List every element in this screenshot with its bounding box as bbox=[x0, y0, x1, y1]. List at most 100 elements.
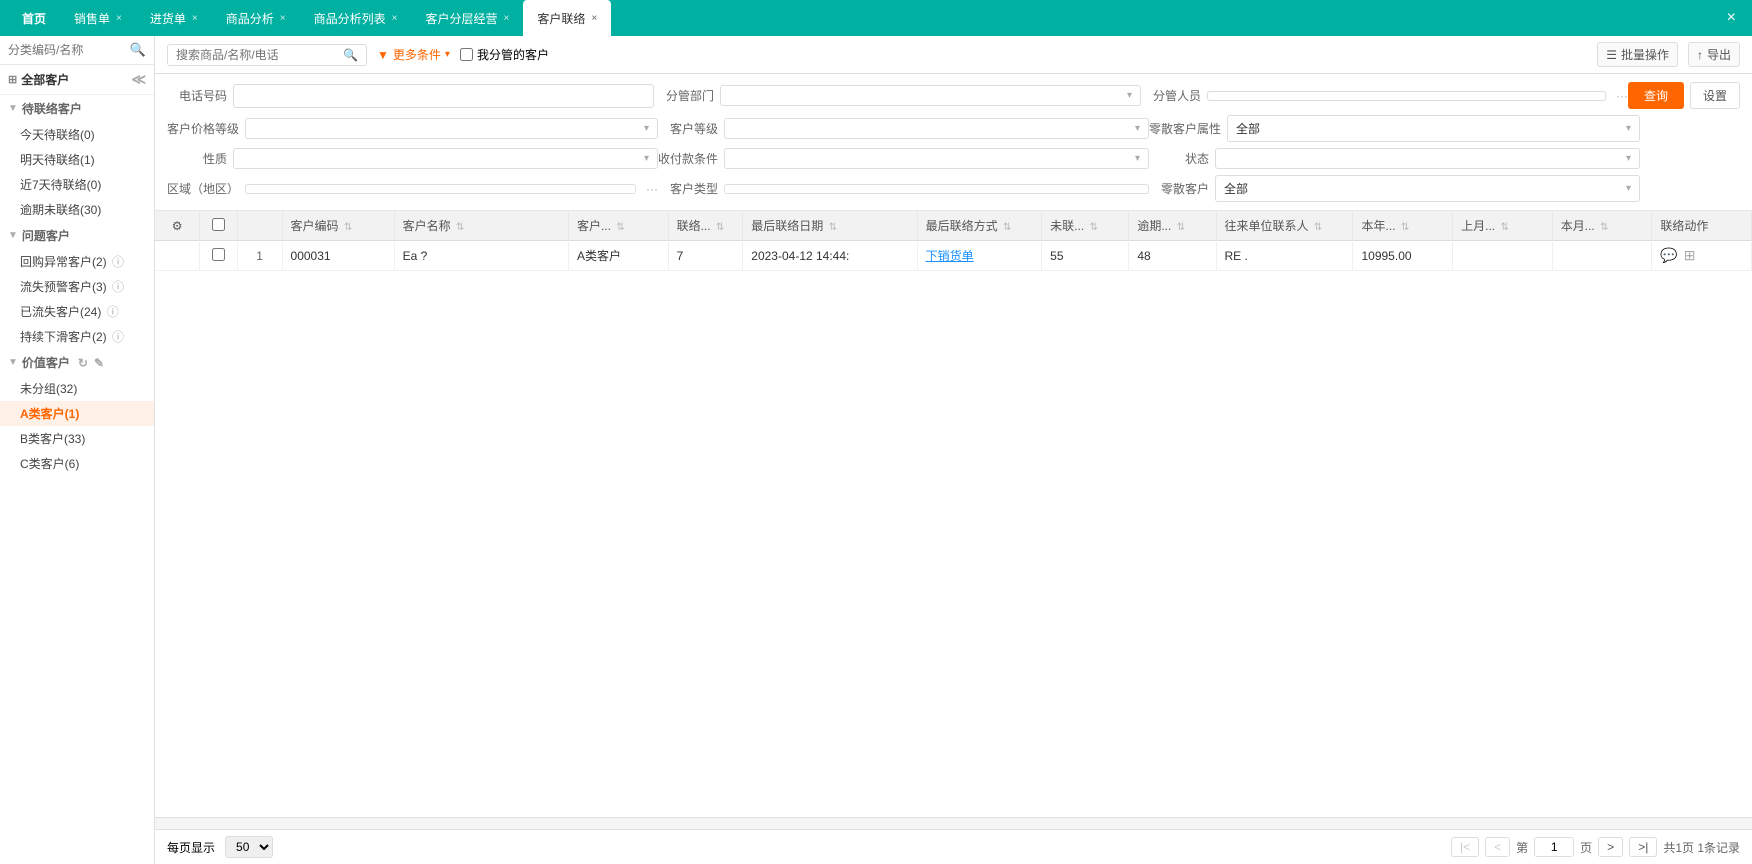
value-refresh-icon[interactable]: ↻ bbox=[78, 356, 88, 370]
nav-tab-customer-contact-close[interactable]: × bbox=[591, 13, 597, 24]
sidebar-all-customers-header[interactable]: ⊞ 全部客户 ≪ bbox=[0, 65, 154, 95]
settings-button[interactable]: 设置 bbox=[1690, 82, 1740, 109]
region-more-icon[interactable]: ··· bbox=[646, 182, 658, 196]
sidebar-collapse-icon[interactable]: ≪ bbox=[131, 71, 146, 88]
nav-tab-analysis-close[interactable]: × bbox=[280, 13, 286, 24]
payment-label: 收付款条件 bbox=[658, 150, 718, 167]
nav-close-all-button[interactable]: × bbox=[1719, 9, 1744, 27]
retail-customer-select[interactable]: 全部 ▾ bbox=[1215, 175, 1640, 202]
nav-tab-analysis-list-close[interactable]: × bbox=[392, 13, 398, 24]
nav-tab-customer-contact[interactable]: 客户联络 × bbox=[523, 0, 611, 36]
sidebar-section-value[interactable]: ▼ 价值客户 ↻ ✎ bbox=[0, 349, 154, 376]
page-number-input[interactable] bbox=[1534, 837, 1574, 857]
my-customers-checkbox-input[interactable] bbox=[460, 48, 473, 61]
sidebar-item-b-class[interactable]: B类客户(33) bbox=[0, 426, 154, 451]
sidebar-item-c-class[interactable]: C类客户(6) bbox=[0, 451, 154, 476]
sidebar-section-pending[interactable]: ▼ 待联络客户 bbox=[0, 95, 154, 122]
col-last-date[interactable]: 最后联络日期 ⇅ bbox=[743, 211, 917, 241]
status-filter-select[interactable]: ▾ bbox=[1215, 148, 1640, 169]
sidebar-item-declining[interactable]: 持续下滑客户(2) ⓘ bbox=[0, 324, 154, 349]
filter-search-input[interactable] bbox=[176, 48, 338, 62]
query-button[interactable]: 查询 bbox=[1628, 82, 1684, 109]
customer-level-select[interactable]: ▾ bbox=[724, 118, 1149, 139]
sidebar-item-a-class[interactable]: A类客户(1) bbox=[0, 401, 154, 426]
manager-select[interactable] bbox=[1207, 91, 1606, 101]
nature-select[interactable]: ▾ bbox=[233, 148, 658, 169]
col-last-method[interactable]: 最后联络方式 ⇅ bbox=[917, 211, 1042, 241]
row-code: 000031 bbox=[282, 241, 394, 271]
payment-caret-icon: ▾ bbox=[1135, 153, 1140, 164]
payment-select[interactable]: ▾ bbox=[724, 148, 1149, 169]
col-settings[interactable]: ⚙ bbox=[155, 211, 200, 241]
retail-attr-select[interactable]: 全部 ▾ bbox=[1227, 115, 1640, 142]
qr-action-icon[interactable]: ⊞ bbox=[1684, 247, 1696, 264]
nav-tab-purchase-close[interactable]: × bbox=[192, 13, 198, 24]
sidebar-item-loss-warning[interactable]: 流失预警客户(3) ⓘ bbox=[0, 274, 154, 299]
row-unit-contact-value: RE . bbox=[1225, 249, 1248, 263]
sidebar-item-tomorrow[interactable]: 明天待联络(1) bbox=[0, 147, 154, 172]
nav-tab-purchase[interactable]: 进货单 × bbox=[136, 0, 212, 36]
nav-tab-sales[interactable]: 销售单 × bbox=[60, 0, 136, 36]
retail-customer-caret-icon: ▾ bbox=[1626, 183, 1631, 194]
nav-tab-customer-tier-close[interactable]: × bbox=[503, 13, 509, 24]
lost-label: 已流失客户(24) bbox=[20, 305, 101, 319]
col-overdue[interactable]: 逾期... ⇅ bbox=[1129, 211, 1216, 241]
nav-tab-customer-tier[interactable]: 客户分层经营 × bbox=[411, 0, 523, 36]
value-edit-icon[interactable]: ✎ bbox=[94, 356, 104, 370]
export-button[interactable]: ↑ 导出 bbox=[1688, 42, 1740, 67]
price-level-select[interactable]: ▾ bbox=[245, 118, 658, 139]
col-unit-contact[interactable]: 往来单位联系人 ⇅ bbox=[1216, 211, 1353, 241]
chat-action-icon[interactable]: 💬 bbox=[1660, 247, 1677, 264]
nav-tab-home[interactable]: 首页 bbox=[8, 0, 60, 36]
sidebar-item-today[interactable]: 今天待联络(0) bbox=[0, 122, 154, 147]
select-all-checkbox[interactable] bbox=[212, 218, 225, 231]
horizontal-scrollbar[interactable] bbox=[155, 817, 1752, 829]
customer-type-select[interactable] bbox=[724, 184, 1149, 194]
pending-section-label: 待联络客户 bbox=[22, 100, 82, 117]
col-last-month[interactable]: 上月... ⇅ bbox=[1453, 211, 1553, 241]
col-level[interactable]: 客户... ⇅ bbox=[568, 211, 668, 241]
col-this-month[interactable]: 本月... ⇅ bbox=[1552, 211, 1652, 241]
my-customers-label: 我分管的客户 bbox=[477, 46, 549, 63]
first-page-button[interactable]: |< bbox=[1451, 837, 1479, 857]
col-last-date-sort-icon: ⇅ bbox=[829, 222, 837, 233]
nav-tab-analysis[interactable]: 商品分析 × bbox=[212, 0, 300, 36]
customer-table: ⚙ 客户编码 ⇅ 客户名称 ⇅ bbox=[155, 211, 1752, 271]
col-level-label: 客户... bbox=[577, 219, 611, 233]
sidebar-section-problem[interactable]: ▼ 问题客户 bbox=[0, 222, 154, 249]
my-customers-checkbox[interactable]: 我分管的客户 bbox=[460, 46, 549, 63]
sidebar-search-icon[interactable]: 🔍 bbox=[130, 42, 146, 58]
nav-tab-home-label: 首页 bbox=[22, 10, 46, 27]
page-size-select[interactable]: 50 bbox=[225, 836, 273, 858]
row-last-method-link[interactable]: 下销货单 bbox=[926, 249, 974, 263]
dept-select[interactable]: ▾ bbox=[720, 85, 1141, 106]
col-unit-contact-sort-icon: ⇅ bbox=[1314, 222, 1322, 233]
nav-tab-sales-close[interactable]: × bbox=[116, 13, 122, 24]
customer-type-label: 客户类型 bbox=[658, 180, 718, 197]
sidebar-item-lost[interactable]: 已流失客户(24) ⓘ bbox=[0, 299, 154, 324]
col-this-year[interactable]: 本年... ⇅ bbox=[1353, 211, 1453, 241]
col-code-sort-icon: ⇅ bbox=[344, 222, 352, 233]
nav-tab-analysis-list[interactable]: 商品分析列表 × bbox=[300, 0, 412, 36]
col-contact[interactable]: 联络... ⇅ bbox=[668, 211, 743, 241]
filter-more-conditions-button[interactable]: ▼ 更多条件 ▾ bbox=[377, 46, 450, 63]
row-checkbox[interactable] bbox=[212, 248, 225, 261]
sidebar-item-rebuy-abnormal[interactable]: 回购异常客户(2) ⓘ bbox=[0, 249, 154, 274]
table-header-row: ⚙ 客户编码 ⇅ 客户名称 ⇅ bbox=[155, 211, 1752, 241]
phone-input[interactable] bbox=[233, 84, 654, 108]
col-not-contacted[interactable]: 未联... ⇅ bbox=[1042, 211, 1129, 241]
sidebar-item-overdue[interactable]: 逾期未联络(30) bbox=[0, 197, 154, 222]
next-page-button[interactable]: > bbox=[1598, 837, 1623, 857]
manager-more-icon[interactable]: ··· bbox=[1616, 89, 1628, 103]
col-name[interactable]: 客户名称 ⇅ bbox=[394, 211, 568, 241]
sidebar-search-input[interactable] bbox=[8, 43, 126, 57]
last-page-button[interactable]: >| bbox=[1629, 837, 1657, 857]
sidebar-item-7days[interactable]: 近7天待联络(0) bbox=[0, 172, 154, 197]
region-select[interactable] bbox=[245, 184, 636, 194]
batch-operation-button[interactable]: ☰ 批量操作 bbox=[1597, 42, 1678, 67]
prev-page-button[interactable]: < bbox=[1485, 837, 1510, 857]
sidebar-item-unclassified[interactable]: 未分组(32) bbox=[0, 376, 154, 401]
filter-search-icon[interactable]: 🔍 bbox=[343, 48, 358, 62]
nature-caret-icon: ▾ bbox=[644, 153, 649, 164]
col-code[interactable]: 客户编码 ⇅ bbox=[282, 211, 394, 241]
